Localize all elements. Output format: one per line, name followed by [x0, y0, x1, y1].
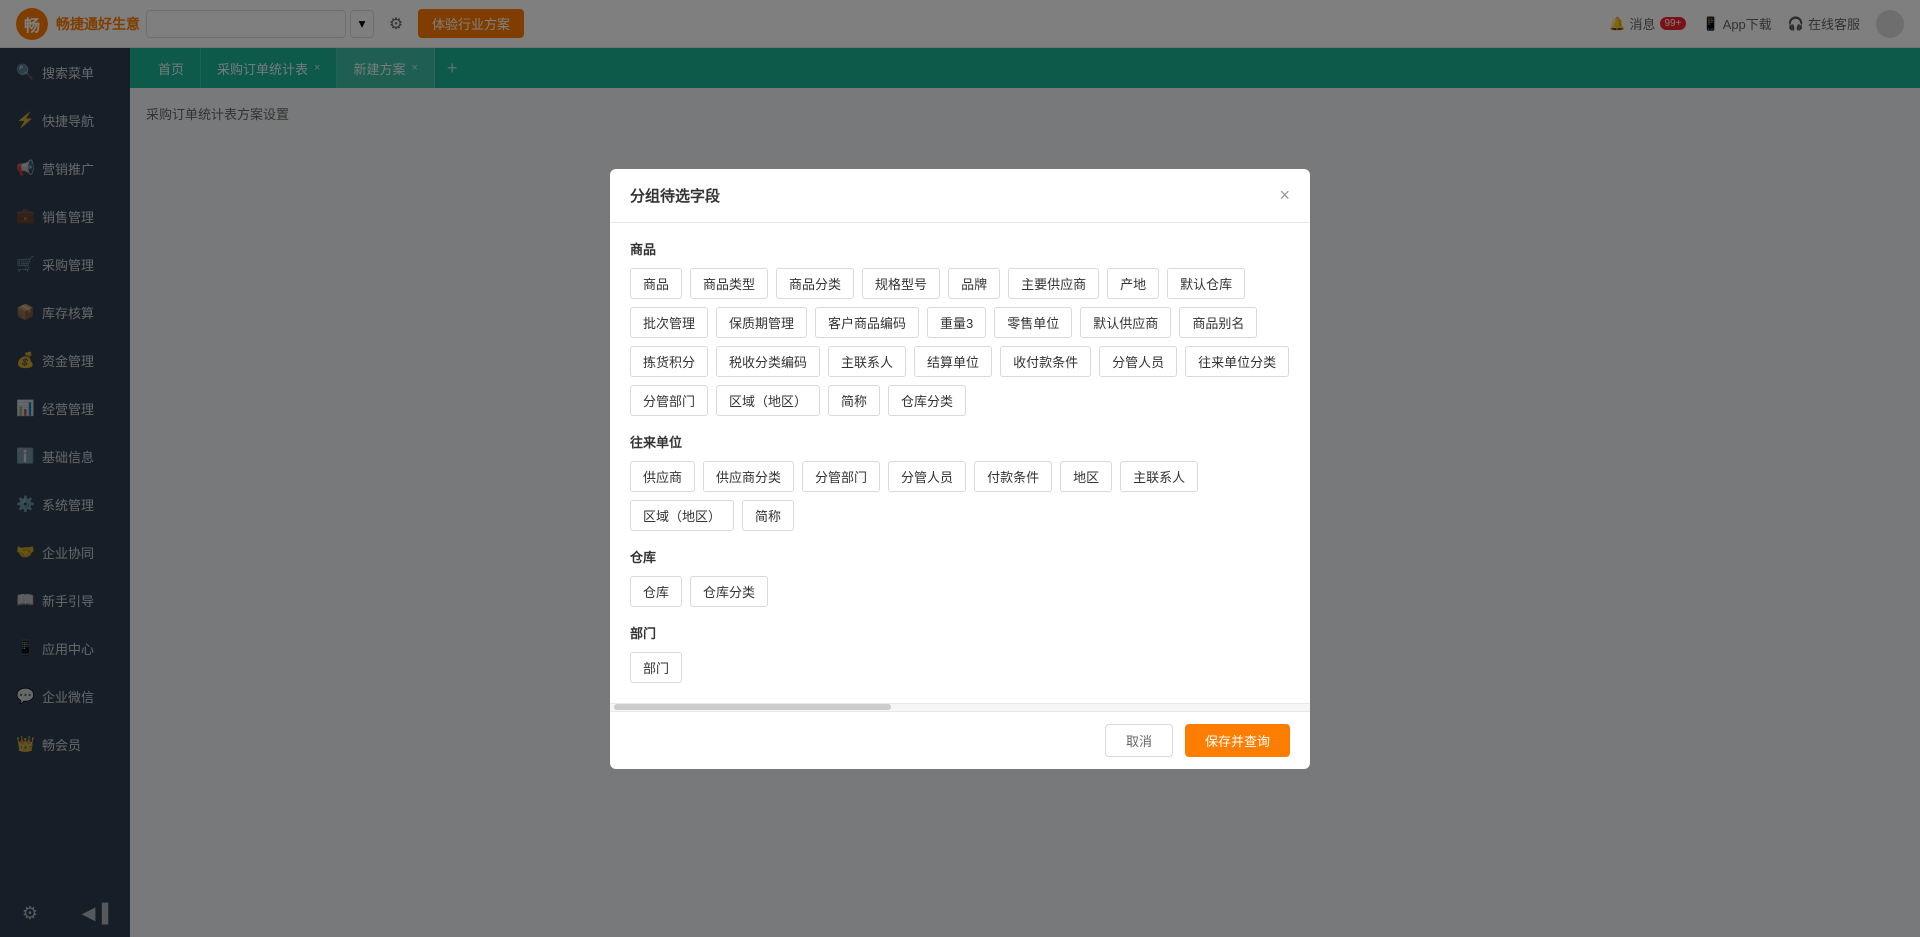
section-goods-label: 商品: [630, 239, 1290, 258]
field-tag-tax-code[interactable]: 税收分类编码: [716, 346, 820, 377]
field-tag-short-name2[interactable]: 简称: [742, 500, 794, 531]
section-department-label: 部门: [630, 623, 1290, 642]
modal-overlay: 分组待选字段 × 商品 商品 商品类型 商品分类 规格型号 品牌 主要供应商 产…: [0, 0, 1920, 937]
section-contact: 往来单位 供应商 供应商分类 分管部门 分管人员 付款条件 地区 主联系人 区域…: [630, 432, 1290, 531]
field-tag-warehouse-cat[interactable]: 仓库分类: [888, 385, 966, 416]
field-tag-short-name[interactable]: 简称: [828, 385, 880, 416]
field-tag-dept2[interactable]: 分管部门: [802, 461, 880, 492]
field-tag-warehouse-category[interactable]: 仓库分类: [690, 576, 768, 607]
field-tag-supplier-cat[interactable]: 供应商分类: [703, 461, 794, 492]
field-tags-contact: 供应商 供应商分类 分管部门 分管人员 付款条件 地区 主联系人 区域（地区） …: [630, 461, 1290, 531]
field-tag-shelf-life[interactable]: 保质期管理: [716, 307, 807, 338]
modal-title: 分组待选字段: [630, 185, 720, 206]
field-tag-supervisor[interactable]: 分管人员: [1099, 346, 1177, 377]
section-goods: 商品 商品 商品类型 商品分类 规格型号 品牌 主要供应商 产地 默认仓库 批次…: [630, 239, 1290, 416]
field-tag-alias[interactable]: 商品别名: [1179, 307, 1257, 338]
modal-body: 商品 商品 商品类型 商品分类 规格型号 品牌 主要供应商 产地 默认仓库 批次…: [610, 223, 1310, 704]
field-tag-payment-terms[interactable]: 收付款条件: [1000, 346, 1091, 377]
section-warehouse: 仓库 仓库 仓库分类: [630, 547, 1290, 607]
modal-hscroll[interactable]: [610, 703, 1310, 710]
section-department: 部门 部门: [630, 623, 1290, 683]
field-tag-goods[interactable]: 商品: [630, 268, 682, 299]
field-tag-area[interactable]: 地区: [1060, 461, 1112, 492]
field-tag-main-contact2[interactable]: 主联系人: [1120, 461, 1198, 492]
field-tag-spec[interactable]: 规格型号: [862, 268, 940, 299]
field-tag-weight3[interactable]: 重量3: [927, 307, 986, 338]
field-tag-region2[interactable]: 区域（地区）: [630, 500, 734, 531]
field-tag-main-supplier[interactable]: 主要供应商: [1008, 268, 1099, 299]
field-tag-brand[interactable]: 品牌: [948, 268, 1000, 299]
modal-header: 分组待选字段 ×: [610, 169, 1310, 223]
section-warehouse-label: 仓库: [630, 547, 1290, 566]
modal-footer: 取消 保存并查询: [610, 711, 1310, 769]
modal-close-btn[interactable]: ×: [1279, 185, 1290, 206]
field-tag-origin[interactable]: 产地: [1107, 268, 1159, 299]
modal-field-select: 分组待选字段 × 商品 商品 商品类型 商品分类 规格型号 品牌 主要供应商 产…: [610, 169, 1310, 769]
field-tag-batch-mgmt[interactable]: 批次管理: [630, 307, 708, 338]
field-tag-supervisor2[interactable]: 分管人员: [888, 461, 966, 492]
field-tag-dept[interactable]: 分管部门: [630, 385, 708, 416]
field-tag-customer-code[interactable]: 客户商品编码: [815, 307, 919, 338]
field-tag-department[interactable]: 部门: [630, 652, 682, 683]
save-query-button[interactable]: 保存并查询: [1185, 724, 1290, 757]
field-tag-default-supplier[interactable]: 默认供应商: [1080, 307, 1171, 338]
field-tag-region[interactable]: 区域（地区）: [716, 385, 820, 416]
field-tag-main-contact[interactable]: 主联系人: [828, 346, 906, 377]
field-tag-settle-unit[interactable]: 结算单位: [914, 346, 992, 377]
field-tags-goods: 商品 商品类型 商品分类 规格型号 品牌 主要供应商 产地 默认仓库 批次管理 …: [630, 268, 1290, 416]
field-tag-payment-cond[interactable]: 付款条件: [974, 461, 1052, 492]
field-tags-warehouse: 仓库 仓库分类: [630, 576, 1290, 607]
field-tag-warehouse[interactable]: 仓库: [630, 576, 682, 607]
field-tag-pick-score[interactable]: 拣货积分: [630, 346, 708, 377]
field-tag-retail-unit[interactable]: 零售单位: [994, 307, 1072, 338]
field-tag-goods-type[interactable]: 商品类型: [690, 268, 768, 299]
field-tag-goods-category[interactable]: 商品分类: [776, 268, 854, 299]
field-tag-contact-category[interactable]: 往来单位分类: [1185, 346, 1289, 377]
section-contact-label: 往来单位: [630, 432, 1290, 451]
field-tags-department: 部门: [630, 652, 1290, 683]
cancel-button[interactable]: 取消: [1105, 724, 1173, 757]
field-tag-default-warehouse[interactable]: 默认仓库: [1167, 268, 1245, 299]
field-tag-supplier[interactable]: 供应商: [630, 461, 695, 492]
